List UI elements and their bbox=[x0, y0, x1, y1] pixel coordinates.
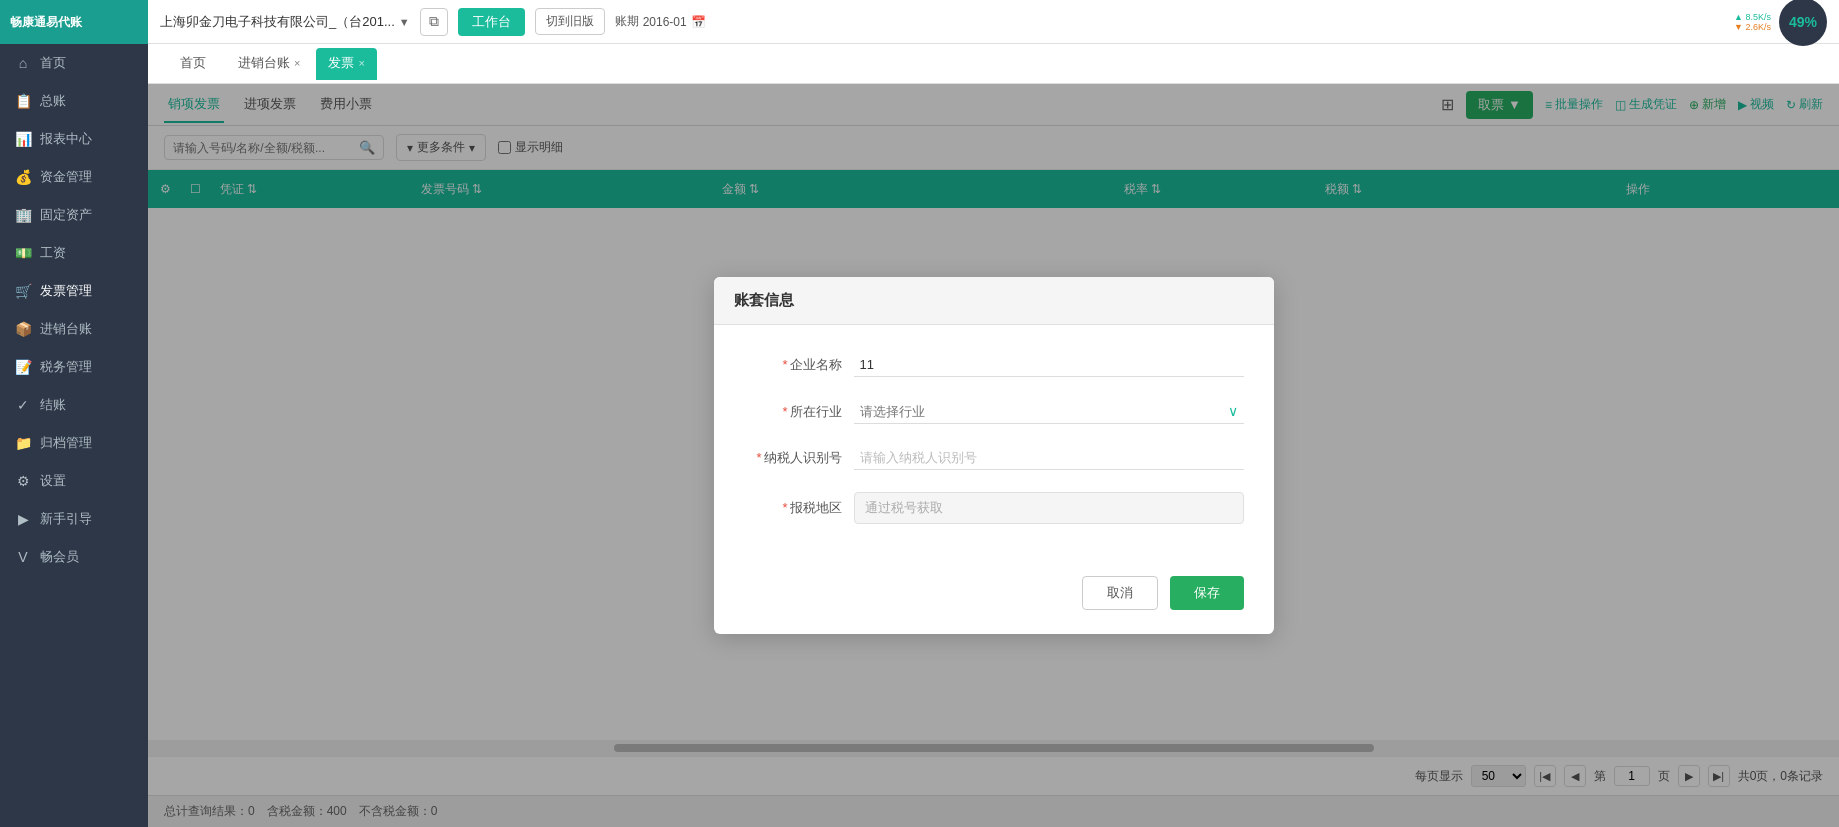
sidebar-item-reports[interactable]: 📊 报表中心 bbox=[0, 120, 148, 158]
tax-id-label: *纳税人识别号 bbox=[744, 449, 854, 467]
sidebar-icon-settings: ⚙ bbox=[14, 473, 32, 489]
sidebar-icon-home: ⌂ bbox=[14, 55, 32, 71]
topbar: 上海卯金刀电子科技有限公司_（台201... ▼ ⧉ 工作台 切到旧版 账期 2… bbox=[148, 0, 1839, 44]
sidebar-item-tax[interactable]: 📝 税务管理 bbox=[0, 348, 148, 386]
sidebar-icon-settlement: ✓ bbox=[14, 397, 32, 413]
required-star2: * bbox=[782, 404, 787, 419]
tax-id-input[interactable] bbox=[854, 446, 1244, 470]
sidebar-item-vip[interactable]: V 畅会员 bbox=[0, 538, 148, 576]
cancel-button[interactable]: 取消 bbox=[1082, 576, 1158, 610]
tab-home[interactable]: 首页 bbox=[164, 46, 222, 82]
period-value: 2016-01 bbox=[643, 15, 687, 29]
form-row-industry: *所在行业 ∨ bbox=[744, 399, 1244, 424]
tab-purchase[interactable]: 进销台账 × bbox=[226, 48, 312, 80]
sidebar-item-invoices[interactable]: 🛒 发票管理 bbox=[0, 272, 148, 310]
sidebar-icon-purchase: 📦 bbox=[14, 321, 32, 337]
sidebar-item-payroll[interactable]: 💵 工资 bbox=[0, 234, 148, 272]
network-speeds: ▲ 8.5K/s ▼ 2.6K/s bbox=[1734, 12, 1771, 32]
tax-region-label: *报税地区 bbox=[744, 499, 854, 517]
period-info: 账期 2016-01 📅 bbox=[615, 13, 706, 30]
sidebar-item-funds[interactable]: 💰 资金管理 bbox=[0, 158, 148, 196]
tab-invoice-label: 发票 bbox=[328, 54, 354, 72]
old-version-button[interactable]: 切到旧版 bbox=[535, 8, 605, 35]
sidebar-item-settlement[interactable]: ✓ 结账 bbox=[0, 386, 148, 424]
sidebar-icon-assets: 🏢 bbox=[14, 207, 32, 223]
sidebar-icon-payroll: 💵 bbox=[14, 245, 32, 261]
company-name-input[interactable] bbox=[854, 353, 1244, 377]
download-speed: ▼ 2.6K/s bbox=[1734, 22, 1771, 32]
sidebar-label-payroll: 工资 bbox=[40, 244, 66, 262]
upload-speed: ▲ 8.5K/s bbox=[1734, 12, 1771, 22]
sidebar-item-guide[interactable]: ▶ 新手引导 bbox=[0, 500, 148, 538]
required-star: * bbox=[782, 357, 787, 372]
sidebar-label-purchase: 进销台账 bbox=[40, 320, 92, 338]
required-star4: * bbox=[782, 500, 787, 515]
sidebar-icon-vip: V bbox=[14, 549, 32, 565]
industry-dropdown-icon: ∨ bbox=[1228, 403, 1238, 419]
account-info-modal: 账套信息 *企业名称 *所在行业 bbox=[714, 277, 1274, 634]
workbench-button[interactable]: 工作台 bbox=[458, 8, 525, 36]
sidebar-icon-tax: 📝 bbox=[14, 359, 32, 375]
form-row-company: *企业名称 bbox=[744, 353, 1244, 377]
sidebar-item-ledger[interactable]: 📋 总账 bbox=[0, 82, 148, 120]
sidebar-icon-funds: 💰 bbox=[14, 169, 32, 185]
modal-title: 账套信息 bbox=[714, 277, 1274, 325]
sidebar-item-assets[interactable]: 🏢 固定资产 bbox=[0, 196, 148, 234]
sidebar-label-archive: 归档管理 bbox=[40, 434, 92, 452]
company-name-text: 上海卯金刀电子科技有限公司_（台201... bbox=[160, 13, 395, 31]
topbar-right: ▲ 8.5K/s ▼ 2.6K/s 49% bbox=[1734, 0, 1827, 46]
nav-tabs: 首页 进销台账 × 发票 × bbox=[148, 44, 1839, 84]
sidebar-label-tax: 税务管理 bbox=[40, 358, 92, 376]
sidebar-item-archive[interactable]: 📁 归档管理 bbox=[0, 424, 148, 462]
app-logo: 畅康通易代账 bbox=[0, 0, 148, 44]
sidebar-label-guide: 新手引导 bbox=[40, 510, 92, 528]
sidebar-label-settings: 设置 bbox=[40, 472, 66, 490]
sidebar-item-purchase[interactable]: 📦 进销台账 bbox=[0, 310, 148, 348]
modal-footer: 取消 保存 bbox=[714, 566, 1274, 634]
content-area: 销项发票 进项发票 费用小票 ⊞ 取票 ▼ ≡ 批量操作 ◫ 生成凭证 ⊕ bbox=[148, 84, 1839, 827]
form-row-tax-region: *报税地区 通过税号获取 bbox=[744, 492, 1244, 524]
industry-select-wrap[interactable]: ∨ bbox=[854, 399, 1244, 424]
network-percent: 49% bbox=[1789, 14, 1817, 30]
sidebar-label-assets: 固定资产 bbox=[40, 206, 92, 224]
main-content: 上海卯金刀电子科技有限公司_（台201... ▼ ⧉ 工作台 切到旧版 账期 2… bbox=[148, 0, 1839, 827]
company-name-label: *企业名称 bbox=[744, 356, 854, 374]
sidebar-label-settlement: 结账 bbox=[40, 396, 66, 414]
network-status-circle: 49% bbox=[1779, 0, 1827, 46]
period-label: 账期 bbox=[615, 13, 639, 30]
sidebar-icon-ledger: 📋 bbox=[14, 93, 32, 109]
industry-label: *所在行业 bbox=[744, 403, 854, 421]
copy-icon[interactable]: ⧉ bbox=[420, 8, 448, 36]
tab-purchase-label: 进销台账 bbox=[238, 54, 290, 72]
tax-region-readonly: 通过税号获取 bbox=[854, 492, 1244, 524]
tab-purchase-close[interactable]: × bbox=[294, 57, 300, 69]
modal-overlay: 账套信息 *企业名称 *所在行业 bbox=[148, 84, 1839, 827]
modal-body: *企业名称 *所在行业 ∨ bbox=[714, 325, 1274, 566]
sidebar-icon-invoices: 🛒 bbox=[14, 283, 32, 299]
sidebar-label-vip: 畅会员 bbox=[40, 548, 79, 566]
sidebar-label-funds: 资金管理 bbox=[40, 168, 92, 186]
sidebar-item-settings[interactable]: ⚙ 设置 bbox=[0, 462, 148, 500]
form-row-tax-id: *纳税人识别号 bbox=[744, 446, 1244, 470]
calendar-icon[interactable]: 📅 bbox=[691, 15, 706, 29]
sidebar-icon-guide: ▶ bbox=[14, 511, 32, 527]
company-dropdown-icon: ▼ bbox=[399, 16, 410, 28]
save-button[interactable]: 保存 bbox=[1170, 576, 1244, 610]
sidebar-icon-reports: 📊 bbox=[14, 131, 32, 147]
industry-input[interactable] bbox=[860, 404, 1228, 419]
tab-invoice[interactable]: 发票 × bbox=[316, 48, 376, 80]
tab-invoice-close[interactable]: × bbox=[358, 57, 364, 69]
sidebar-icon-archive: 📁 bbox=[14, 435, 32, 451]
required-star3: * bbox=[756, 450, 761, 465]
sidebar-label-home: 首页 bbox=[40, 54, 66, 72]
sidebar-label-invoices: 发票管理 bbox=[40, 282, 92, 300]
sidebar: 畅康通易代账 ⌂ 首页 📋 总账 📊 报表中心 💰 资金管理 🏢 固定资产 💵 工资 🛒 发票管理 📦 进销台… bbox=[0, 0, 148, 827]
app-title: 畅康通易代账 bbox=[10, 14, 82, 31]
sidebar-label-reports: 报表中心 bbox=[40, 130, 92, 148]
company-selector[interactable]: 上海卯金刀电子科技有限公司_（台201... ▼ bbox=[160, 13, 410, 31]
sidebar-item-home[interactable]: ⌂ 首页 bbox=[0, 44, 148, 82]
sidebar-label-ledger: 总账 bbox=[40, 92, 66, 110]
